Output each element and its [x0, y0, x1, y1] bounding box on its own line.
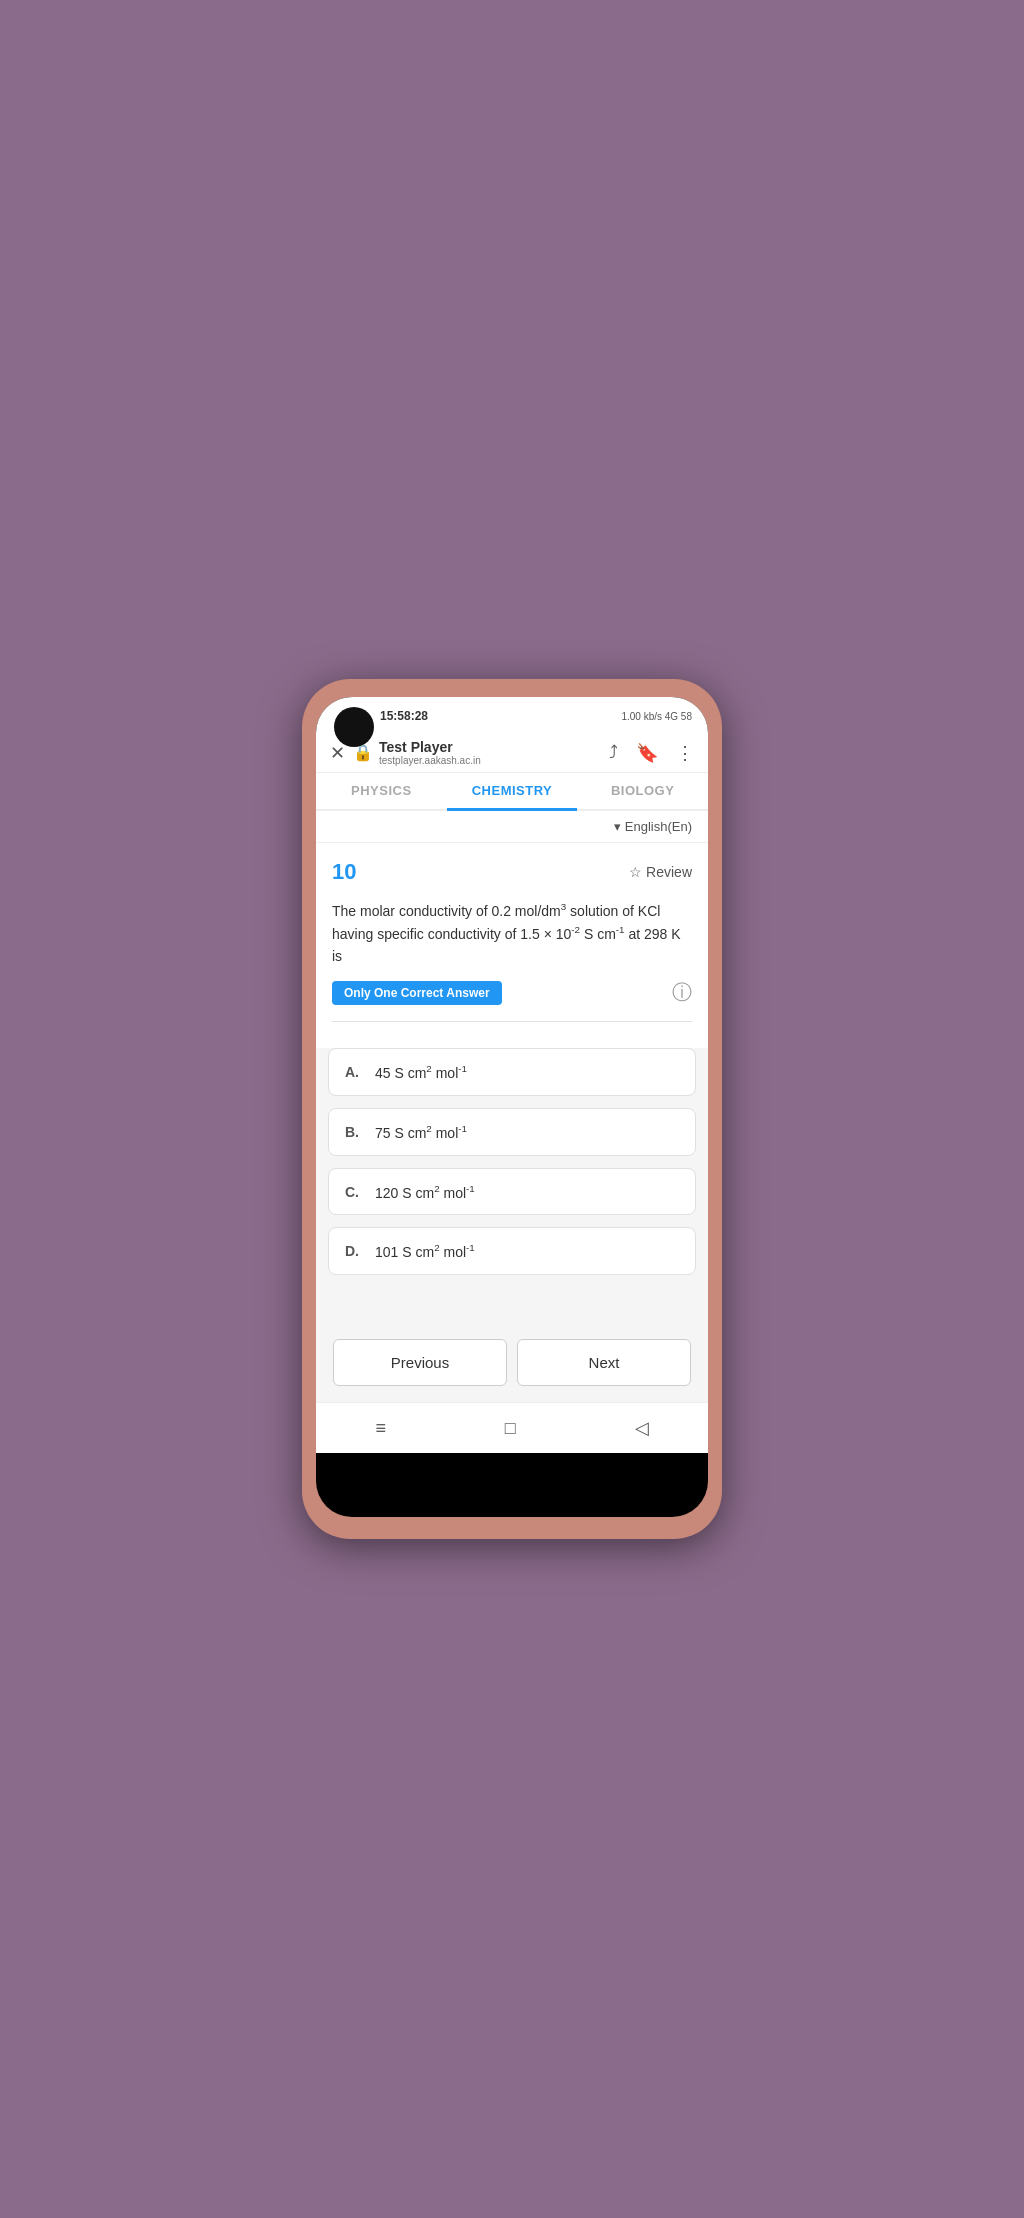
option-a[interactable]: A. 45 S cm2 mol-1	[328, 1048, 696, 1096]
option-b-text: 75 S cm2 mol-1	[375, 1123, 467, 1141]
next-button[interactable]: Next	[517, 1339, 691, 1386]
option-d-label: D.	[345, 1243, 365, 1259]
android-nav-bar: ≡ □ ◁	[316, 1402, 708, 1453]
question-text-part3: S cm	[580, 926, 616, 942]
phone-screen: 15:58:28 1.00 kb/s 4G 58 ✕ 🔒 Test Player…	[316, 697, 708, 1517]
browser-url: testplayer.aakash.ac.in	[379, 755, 481, 766]
subject-tabs: PHYSICS CHEMISTRY BIOLOGY	[316, 773, 708, 811]
phone-frame: 15:58:28 1.00 kb/s 4G 58 ✕ 🔒 Test Player…	[302, 679, 722, 1539]
question-header: 10 ☆ Review	[332, 859, 692, 885]
option-a-label: A.	[345, 1064, 365, 1080]
question-text-part1: The molar conductivity of 0.2 mol/dm	[332, 903, 561, 919]
option-d[interactable]: D. 101 S cm2 mol-1	[328, 1227, 696, 1275]
language-bar: ▾ English(En)	[316, 811, 708, 843]
android-back-button[interactable]: ◁	[615, 1413, 669, 1443]
tab-biology[interactable]: BIOLOGY	[577, 773, 708, 809]
info-icon[interactable]: ⓘ	[672, 979, 692, 1006]
browser-bar: ✕ 🔒 Test Player testplayer.aakash.ac.in …	[316, 733, 708, 773]
review-label: Review	[646, 864, 692, 880]
tab-physics[interactable]: PHYSICS	[316, 773, 447, 809]
browser-actions: ⤴ 🔖 ⋮	[607, 740, 696, 766]
question-text: The molar conductivity of 0.2 mol/dm3 so…	[332, 899, 692, 967]
bookmark-button[interactable]: 🔖	[634, 740, 660, 766]
android-home-button[interactable]: □	[485, 1414, 536, 1443]
question-number: 10	[332, 859, 356, 885]
question-sup2: -2	[571, 924, 580, 935]
more-options-button[interactable]: ⋮	[674, 740, 696, 766]
spacer	[316, 1299, 708, 1329]
status-time: 15:58:28	[380, 709, 428, 723]
divider	[332, 1021, 692, 1022]
star-icon: ☆	[629, 864, 642, 880]
browser-title: Test Player	[379, 739, 481, 755]
option-b[interactable]: B. 75 S cm2 mol-1	[328, 1108, 696, 1156]
option-c[interactable]: C. 120 S cm2 mol-1	[328, 1168, 696, 1216]
options-list: A. 45 S cm2 mol-1 B. 75 S cm2 mol-1 C. 1…	[316, 1048, 708, 1299]
android-menu-button[interactable]: ≡	[355, 1414, 406, 1443]
previous-button[interactable]: Previous	[333, 1339, 507, 1386]
language-chevron: ▾	[614, 819, 625, 834]
browser-title-block: Test Player testplayer.aakash.ac.in	[379, 739, 481, 766]
status-icons: 1.00 kb/s 4G 58	[621, 711, 692, 722]
content-area: ▾ English(En) 10 ☆ Review The molar cond…	[316, 811, 708, 1453]
nav-buttons: Previous Next	[316, 1329, 708, 1402]
question-sup3: -1	[616, 924, 625, 935]
status-bar: 15:58:28 1.00 kb/s 4G 58	[316, 697, 708, 733]
option-b-label: B.	[345, 1124, 365, 1140]
share-button[interactable]: ⤴	[607, 740, 620, 765]
option-a-text: 45 S cm2 mol-1	[375, 1063, 467, 1081]
option-d-text: 101 S cm2 mol-1	[375, 1242, 475, 1260]
language-label[interactable]: English(En)	[625, 819, 692, 834]
option-c-label: C.	[345, 1184, 365, 1200]
answer-type-badge: Only One Correct Answer	[332, 981, 502, 1005]
camera-notch	[334, 707, 374, 747]
question-card: 10 ☆ Review The molar conductivity of 0.…	[316, 843, 708, 1048]
review-button[interactable]: ☆ Review	[629, 864, 692, 880]
option-c-text: 120 S cm2 mol-1	[375, 1183, 475, 1201]
tab-chemistry[interactable]: CHEMISTRY	[447, 773, 578, 811]
